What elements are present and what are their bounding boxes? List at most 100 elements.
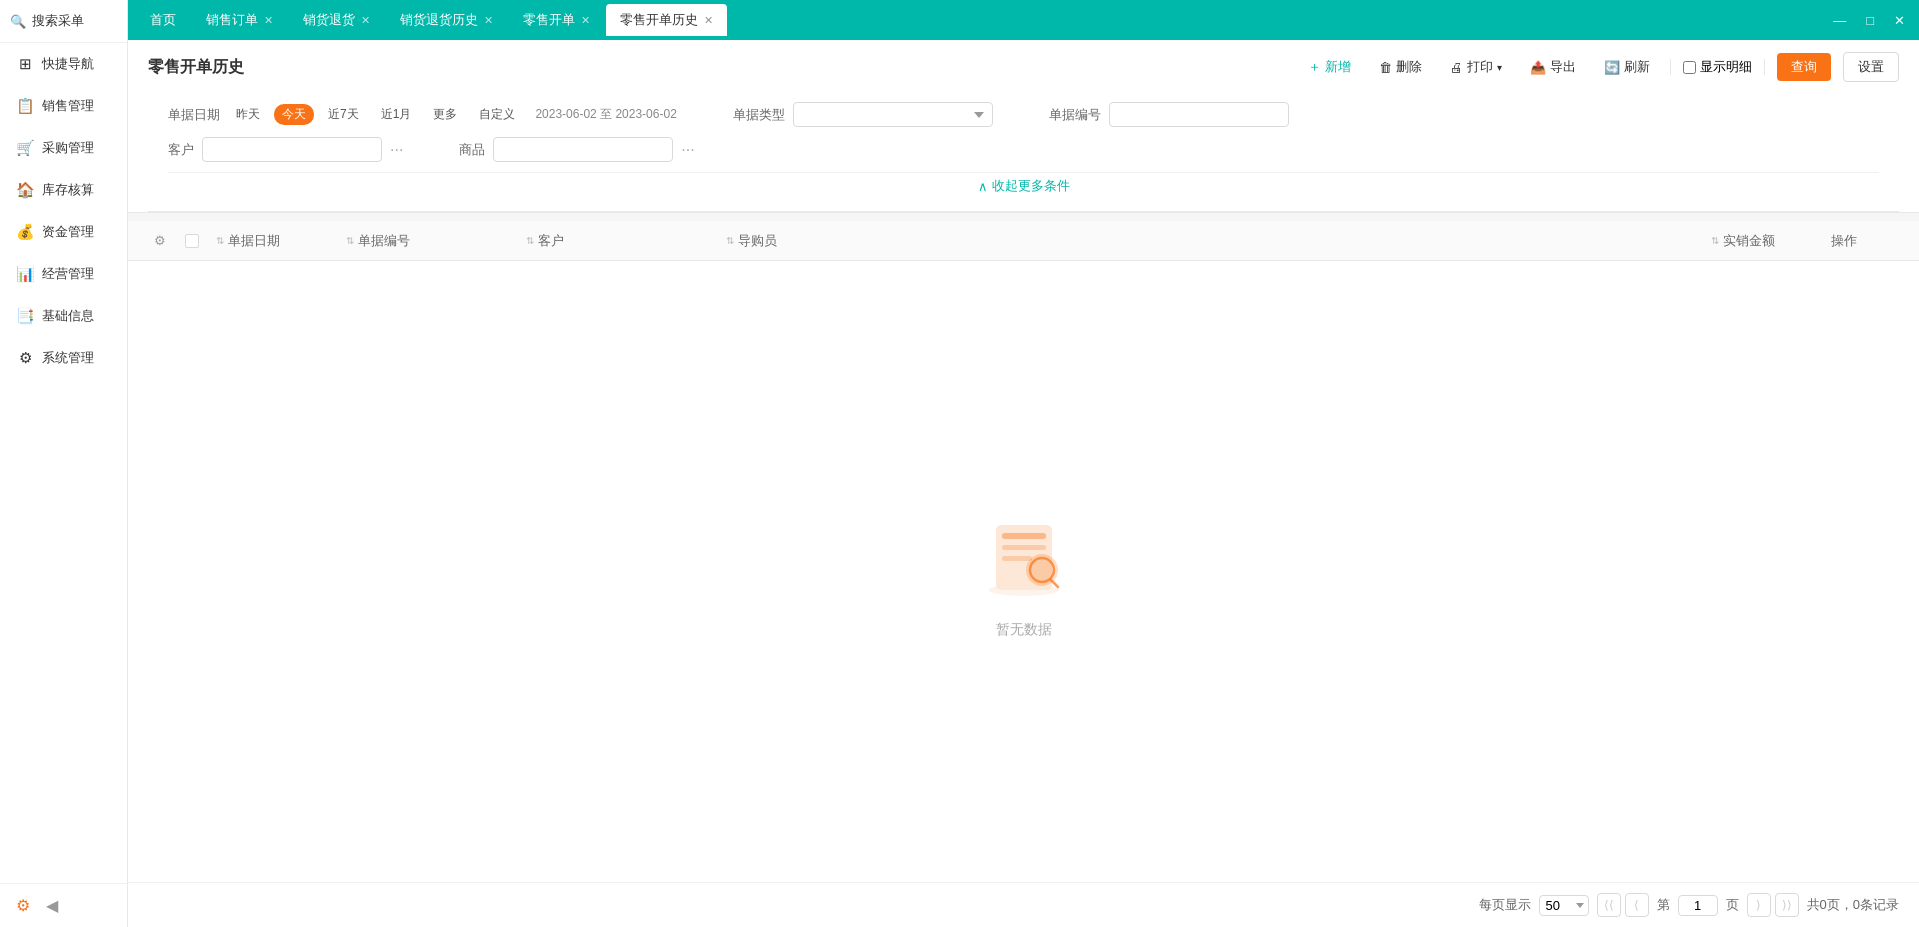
sidebar-menu: ⊞ 快捷导航 📋 销售管理 🛒 采购管理 🏠 库存核算 💰 资金管理 📊 经营管… [0,43,127,883]
tab-retail-open-close[interactable]: ✕ [581,14,590,27]
tab-sales-return-history-label: 销货退货历史 [400,11,478,29]
col-header-customer[interactable]: ⇅ 客户 [518,232,718,250]
first-page-btn[interactable]: ⟨⟨ [1597,893,1621,917]
filter-area: 单据日期 昨天 今天 近7天 近1月 更多 自定义 2023-06-02 至 2… [148,90,1899,212]
tab-retail-open-label: 零售开单 [523,11,575,29]
toolbar-divider [1670,59,1671,75]
tab-home[interactable]: 首页 [136,4,190,36]
collapse-filter-btn[interactable]: ∧ 收起更多条件 [168,172,1879,199]
print-button[interactable]: 🖨 打印 ▾ [1442,54,1510,80]
collapse-icon: ∧ [978,179,988,194]
main-area: 首页 销售订单 ✕ 销货退货 ✕ 销货退货历史 ✕ 零售开单 ✕ 零售开单历史 … [128,0,1919,927]
col-header-date[interactable]: ⇅ 单据日期 [208,232,338,250]
close-btn[interactable]: ✕ [1888,13,1911,28]
type-filter-label: 单据类型 [733,106,785,124]
date-btn-yesterday[interactable]: 昨天 [228,104,268,125]
tab-sales-order-label: 销售订单 [206,11,258,29]
export-button[interactable]: 📤 导出 [1522,54,1584,80]
date-btn-custom[interactable]: 自定义 [471,104,523,125]
tab-retail-open-history[interactable]: 零售开单历史 ✕ [606,4,727,36]
date-btn-more[interactable]: 更多 [425,104,465,125]
settings-bottom-icon[interactable]: ⚙ [16,896,30,915]
quick-nav-icon: ⊞ [16,55,34,73]
print-icon: 🖨 [1450,60,1463,75]
page-word: 第 [1657,896,1670,914]
col-customer-label: 客户 [538,232,564,250]
sidebar-item-sys-mgmt[interactable]: ⚙ 系统管理 [0,337,127,379]
customer-filter-label: 客户 [168,141,194,159]
sidebar-item-quick-nav[interactable]: ⊞ 快捷导航 [0,43,127,85]
finance-icon: 💰 [16,223,34,241]
sort-icon: ⇅ [726,235,734,246]
page-title-bar: 零售开单历史 ＋ 新增 🗑 删除 🖨 打印 ▾ [148,52,1899,90]
display-detail-toggle[interactable]: 显示明细 [1683,58,1752,76]
col-header-guide[interactable]: ⇅ 导购员 [718,232,838,250]
date-btn-7days[interactable]: 近7天 [320,104,367,125]
sidebar-item-sales-mgmt[interactable]: 📋 销售管理 [0,85,127,127]
type-select[interactable] [793,102,993,127]
date-btn-today[interactable]: 今天 [274,104,314,125]
add-button[interactable]: ＋ 新增 [1300,54,1359,80]
sidebar-search[interactable]: 🔍 搜索采单 [0,0,127,43]
col-header-number[interactable]: ⇅ 单据编号 [338,232,518,250]
toolbar-divider2 [1764,59,1765,75]
customer-picker-icon[interactable]: ··· [390,141,403,159]
query-label: 查询 [1791,58,1817,76]
tab-retail-open[interactable]: 零售开单 ✕ [509,4,604,36]
display-detail-checkbox[interactable] [1683,61,1696,74]
page-number-input[interactable] [1678,895,1718,916]
basic-info-icon: 📑 [16,307,34,325]
customer-input[interactable] [202,137,382,162]
query-button[interactable]: 查询 [1777,53,1831,81]
sidebar-item-purchase-mgmt[interactable]: 🛒 采购管理 [0,127,127,169]
col-action-label: 操作 [1831,232,1857,250]
table-area: ⚙ ⇅ 单据日期 ⇅ 单据编号 ⇅ 客户 ⇅ 导购员 [128,221,1919,927]
sidebar-search-label: 搜索采单 [32,12,84,30]
col-number-label: 单据编号 [358,232,410,250]
minimize-btn[interactable]: — [1827,13,1852,28]
collapse-sidebar-icon[interactable]: ◀ [46,896,58,915]
sidebar-item-label: 基础信息 [42,307,94,325]
tab-sales-order-close[interactable]: ✕ [264,14,273,27]
sidebar-item-finance[interactable]: 💰 资金管理 [0,211,127,253]
tab-sales-return-history[interactable]: 销货退货历史 ✕ [386,4,507,36]
settings-button[interactable]: 设置 [1843,52,1899,82]
number-input[interactable] [1109,102,1289,127]
sidebar-item-basic-info[interactable]: 📑 基础信息 [0,295,127,337]
add-label: 新增 [1325,58,1351,76]
empty-text: 暂无数据 [996,621,1052,639]
tab-sales-order[interactable]: 销售订单 ✕ [192,4,287,36]
maximize-btn[interactable]: □ [1860,13,1880,28]
table-select-all[interactable] [176,234,208,248]
delete-button[interactable]: 🗑 删除 [1371,54,1430,80]
date-range-text: 2023-06-02 至 2023-06-02 [535,106,676,123]
date-btn-1month[interactable]: 近1月 [373,104,420,125]
sidebar-item-operations[interactable]: 📊 经营管理 [0,253,127,295]
search-icon: 🔍 [10,14,26,29]
last-page-btn[interactable]: ⟩⟩ [1775,893,1799,917]
next-page-btn[interactable]: ⟩ [1747,893,1771,917]
tab-sales-return-history-close[interactable]: ✕ [484,14,493,27]
sidebar-item-inventory[interactable]: 🏠 库存核算 [0,169,127,211]
select-all-checkbox[interactable] [185,234,199,248]
sidebar-item-label: 销售管理 [42,97,94,115]
sort-icon: ⇅ [346,235,354,246]
sidebar: 🔍 搜索采单 ⊞ 快捷导航 📋 销售管理 🛒 采购管理 🏠 库存核算 💰 资金管… [0,0,128,927]
product-input[interactable] [493,137,673,162]
delete-label: 删除 [1396,58,1422,76]
export-label: 导出 [1550,58,1576,76]
product-picker-icon[interactable]: ··· [681,141,694,159]
tab-retail-open-history-close[interactable]: ✕ [704,14,713,27]
tab-home-label: 首页 [150,11,176,29]
col-header-amount[interactable]: ⇅ 实销金额 [1703,232,1823,250]
refresh-button[interactable]: 🔄 刷新 [1596,54,1658,80]
filter-number: 单据编号 [1049,102,1289,127]
table-settings-icon[interactable]: ⚙ [144,233,176,248]
svg-rect-2 [1002,533,1046,539]
sidebar-item-label: 经营管理 [42,265,94,283]
filter-row-2: 客户 ··· 商品 ··· [168,137,1879,162]
tab-sales-return-close[interactable]: ✕ [361,14,370,27]
page-size-select[interactable]: 50 10 20 100 [1539,895,1589,916]
prev-page-btn[interactable]: ⟨ [1625,893,1649,917]
tab-sales-return[interactable]: 销货退货 ✕ [289,4,384,36]
